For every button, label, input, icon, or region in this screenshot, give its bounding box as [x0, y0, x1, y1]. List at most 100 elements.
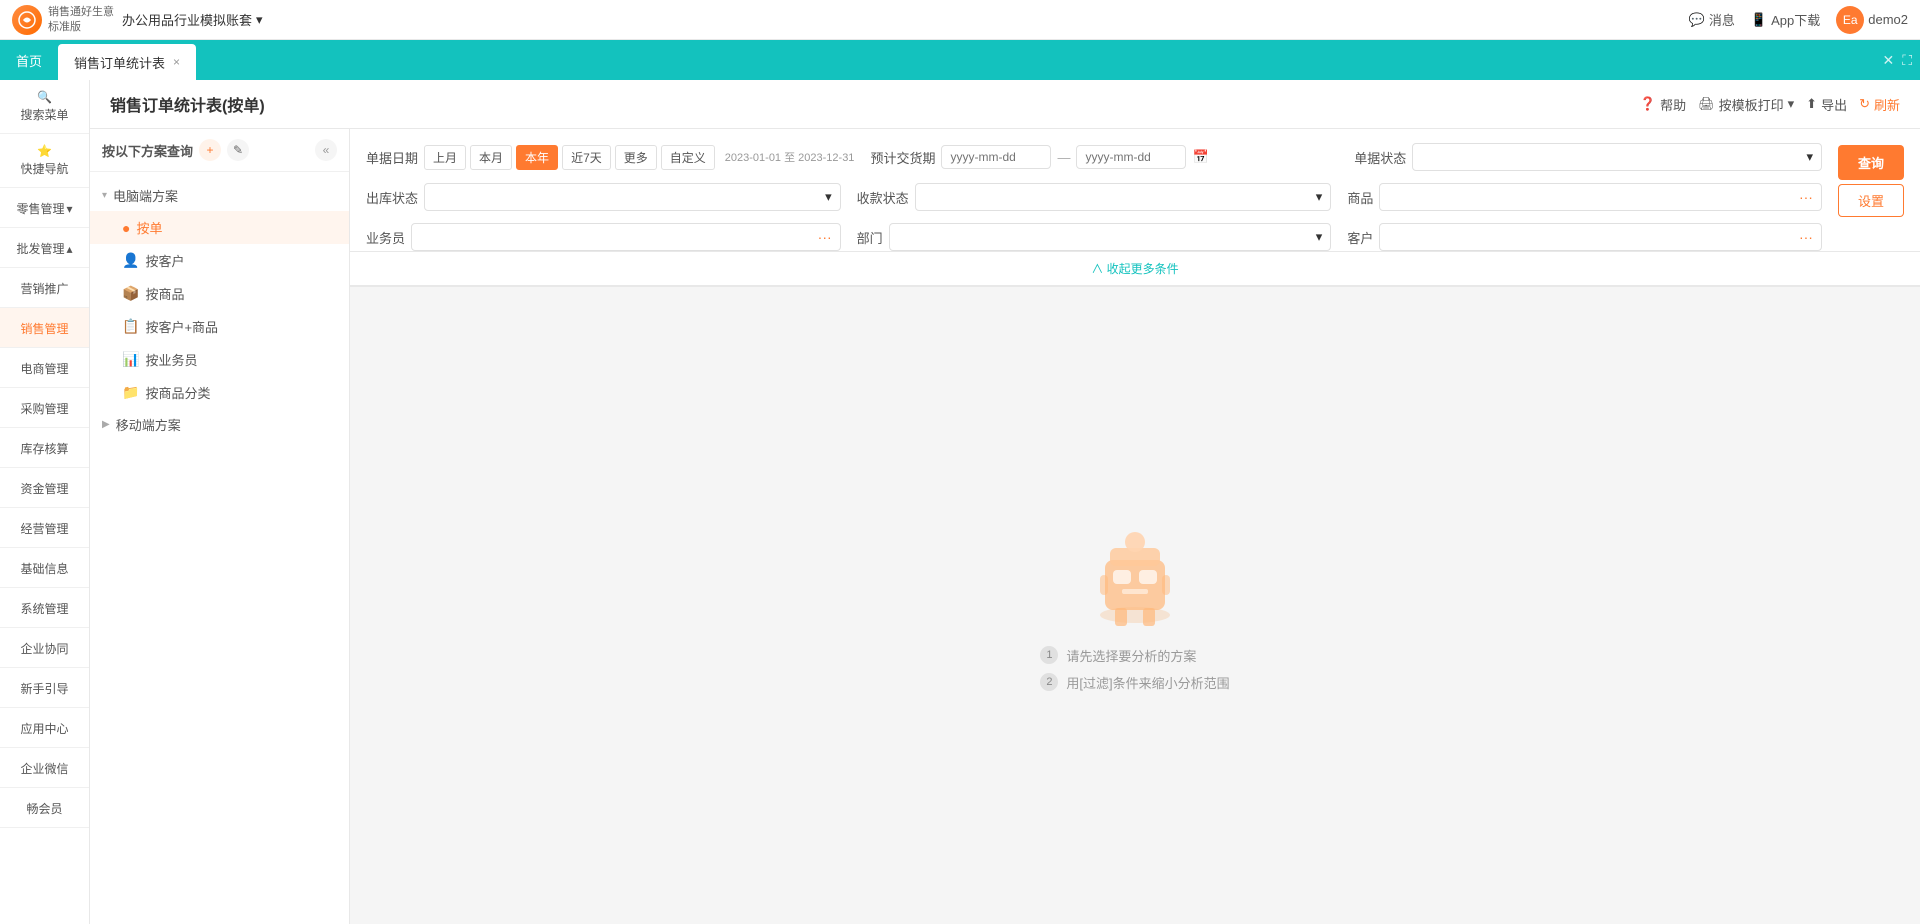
- message-icon: 💬: [1689, 12, 1705, 28]
- sidebar-item-marketing[interactable]: 营销推广: [0, 268, 89, 308]
- page-title: 销售订单统计表(按单): [110, 92, 265, 128]
- tree-item-按客户[interactable]: 👤 按客户: [90, 244, 349, 277]
- tree-item-按客户商品[interactable]: 📋 按客户+商品: [90, 310, 349, 343]
- sidebar-item-membership[interactable]: 畅会员: [0, 788, 89, 828]
- sidebar: 🔍 搜索菜单 ⭐ 快捷导航 零售管理 ▾ 批发管理 ▴ 营销推广 销售管理 电商…: [0, 80, 90, 924]
- user-action[interactable]: Ea demo2: [1836, 6, 1908, 34]
- export-icon: ⬆: [1806, 96, 1817, 112]
- refresh-icon: ↻: [1859, 96, 1870, 112]
- message-action[interactable]: 💬 消息: [1689, 10, 1735, 29]
- expected-date-label: 预计交货期: [870, 148, 935, 167]
- edit-scheme-btn[interactable]: ✎: [227, 139, 249, 161]
- date-btn-more[interactable]: 更多: [615, 145, 657, 170]
- collapse-bar[interactable]: ∧ 收起更多条件: [350, 251, 1920, 286]
- filter-row-3: 业务员 ··· 部门: [366, 223, 1822, 251]
- export-action[interactable]: ⬆ 导出: [1806, 95, 1847, 114]
- date-dash: —: [1057, 150, 1070, 165]
- ship-dropdown-icon[interactable]: ▾: [825, 189, 832, 205]
- tab-active[interactable]: 销售订单统计表 ×: [58, 44, 196, 80]
- ship-status-label: 出库状态: [366, 188, 418, 207]
- circle-icon: ●: [122, 220, 130, 236]
- filter-row-2: 出库状态 ▾ 收款状态: [366, 183, 1822, 211]
- date-label: 单据日期: [366, 148, 418, 167]
- help-icon: ❓: [1640, 96, 1656, 112]
- app-download-action[interactable]: 📱 App下载: [1751, 10, 1820, 29]
- tab-home[interactable]: 首页: [0, 40, 58, 80]
- dept-dropdown-icon[interactable]: ▾: [1316, 229, 1323, 245]
- refresh-action[interactable]: ↻ 刷新: [1859, 95, 1900, 114]
- close-window-icon[interactable]: ✕: [1882, 52, 1894, 69]
- sidebar-item-finance[interactable]: 资金管理: [0, 468, 89, 508]
- tree-desktop-group[interactable]: ▾ 电脑端方案: [90, 180, 349, 211]
- left-panel-title: 按以下方案查询: [102, 141, 193, 160]
- sidebar-item-corp[interactable]: 企业协同: [0, 628, 89, 668]
- sidebar-item-wholesale[interactable]: 批发管理 ▴: [0, 228, 89, 268]
- content-area: 销售订单统计表(按单) ❓ 帮助 🖨 按模板打印 ▾ ⬆ 导出 ↻ 刷新: [90, 80, 1920, 924]
- customer-more-icon[interactable]: ···: [1799, 229, 1813, 245]
- workspace-selector[interactable]: 办公用品行业模拟账套 ▾: [122, 10, 263, 29]
- tree-item-按业务员[interactable]: 📊 按业务员: [90, 343, 349, 376]
- sidebar-item-search-menu[interactable]: 🔍 搜索菜单: [0, 80, 89, 134]
- chevron-down-icon: ▾: [256, 12, 263, 28]
- sidebar-item-basic[interactable]: 基础信息: [0, 548, 89, 588]
- mobile-group-label: 移动端方案: [116, 415, 181, 434]
- date-btn-last-month[interactable]: 上月: [424, 145, 466, 170]
- page-actions: ❓ 帮助 🖨 按模板打印 ▾ ⬆ 导出 ↻ 刷新: [1640, 95, 1900, 126]
- tree-arrow-right-icon: ▶: [102, 419, 110, 430]
- calendar-icon[interactable]: 📅: [1192, 149, 1208, 165]
- collapse-panel-btn[interactable]: «: [315, 139, 337, 161]
- date-filter-group: 上月 本月 本年 近7天 更多 自定义: [424, 145, 715, 170]
- action-buttons: 查询 设置: [1838, 143, 1904, 217]
- add-scheme-btn[interactable]: +: [199, 139, 221, 161]
- goods-icon: 📦: [122, 285, 139, 302]
- sidebar-item-operation[interactable]: 经营管理: [0, 508, 89, 548]
- collect-dropdown-icon[interactable]: ▾: [1316, 189, 1323, 205]
- salesperson-more-icon[interactable]: ···: [818, 229, 832, 245]
- goods-label: 商品: [1347, 188, 1373, 207]
- tree-item-按单[interactable]: ● 按单: [90, 211, 349, 244]
- status-label: 单据状态: [1354, 148, 1406, 167]
- sidebar-item-sales[interactable]: 销售管理: [0, 308, 89, 348]
- main-layout: 🔍 搜索菜单 ⭐ 快捷导航 零售管理 ▾ 批发管理 ▴ 营销推广 销售管理 电商…: [0, 80, 1920, 924]
- sidebar-item-retail[interactable]: 零售管理 ▾: [0, 188, 89, 228]
- sidebar-item-system[interactable]: 系统管理: [0, 588, 89, 628]
- customer-label: 客户: [1347, 228, 1373, 247]
- goods-more-icon[interactable]: ···: [1799, 189, 1813, 205]
- template-print-action[interactable]: 🖨 按模板打印 ▾: [1698, 95, 1794, 114]
- sidebar-item-wechat[interactable]: 企业微信: [0, 748, 89, 788]
- left-panel: 按以下方案查询 + ✎ « ▾ 电脑端方案 ● 按单 👤: [90, 129, 350, 924]
- sidebar-item-newbie[interactable]: 新手引导: [0, 668, 89, 708]
- date-btn-7days[interactable]: 近7天: [562, 145, 611, 170]
- tree-item-按商品[interactable]: 📦 按商品: [90, 277, 349, 310]
- right-content: 单据日期 上月 本月 本年 近7天 更多 自定义: [350, 129, 1920, 924]
- expected-date-end[interactable]: [1076, 145, 1186, 169]
- collect-status-label: 收款状态: [857, 188, 909, 207]
- category-icon: 📁: [122, 384, 139, 401]
- sidebar-item-ecommerce[interactable]: 电商管理: [0, 348, 89, 388]
- tab-close-icon[interactable]: ×: [173, 55, 180, 69]
- phone-icon: 📱: [1751, 12, 1767, 28]
- query-button[interactable]: 查询: [1838, 145, 1904, 180]
- logo-text: 销售通好生意 标准版: [48, 5, 114, 34]
- status-dropdown-icon[interactable]: ▾: [1806, 149, 1813, 165]
- date-btn-this-year[interactable]: 本年: [516, 145, 558, 170]
- chevron-up-icon: ▴: [66, 242, 72, 256]
- sidebar-item-appstore[interactable]: 应用中心: [0, 708, 89, 748]
- date-btn-this-month[interactable]: 本月: [470, 145, 512, 170]
- full-content: 按以下方案查询 + ✎ « ▾ 电脑端方案 ● 按单 👤: [90, 129, 1920, 924]
- maximize-icon[interactable]: ⛶: [1902, 52, 1912, 69]
- help-action[interactable]: ❓ 帮助: [1640, 95, 1686, 114]
- tree-mobile-group[interactable]: ▶ 移动端方案: [90, 409, 349, 440]
- logo-area: 销售通好生意 标准版: [12, 5, 114, 35]
- tab-bar: 首页 销售订单统计表 × ✕ ⛶: [0, 40, 1920, 80]
- empty-state: 1 请先选择要分析的方案 2 用[过滤]条件来缩小分析范围: [350, 287, 1920, 924]
- sidebar-item-quick-nav[interactable]: ⭐ 快捷导航: [0, 134, 89, 188]
- sidebar-item-purchase[interactable]: 采购管理: [0, 388, 89, 428]
- settings-button[interactable]: 设置: [1838, 184, 1904, 217]
- empty-hints: 1 请先选择要分析的方案 2 用[过滤]条件来缩小分析范围: [1040, 646, 1229, 692]
- sidebar-item-inventory[interactable]: 库存核算: [0, 428, 89, 468]
- filter-row-1: 单据日期 上月 本月 本年 近7天 更多 自定义: [366, 143, 1822, 171]
- tree-item-按商品分类[interactable]: 📁 按商品分类: [90, 376, 349, 409]
- date-btn-custom[interactable]: 自定义: [661, 145, 715, 170]
- expected-date-start[interactable]: [941, 145, 1051, 169]
